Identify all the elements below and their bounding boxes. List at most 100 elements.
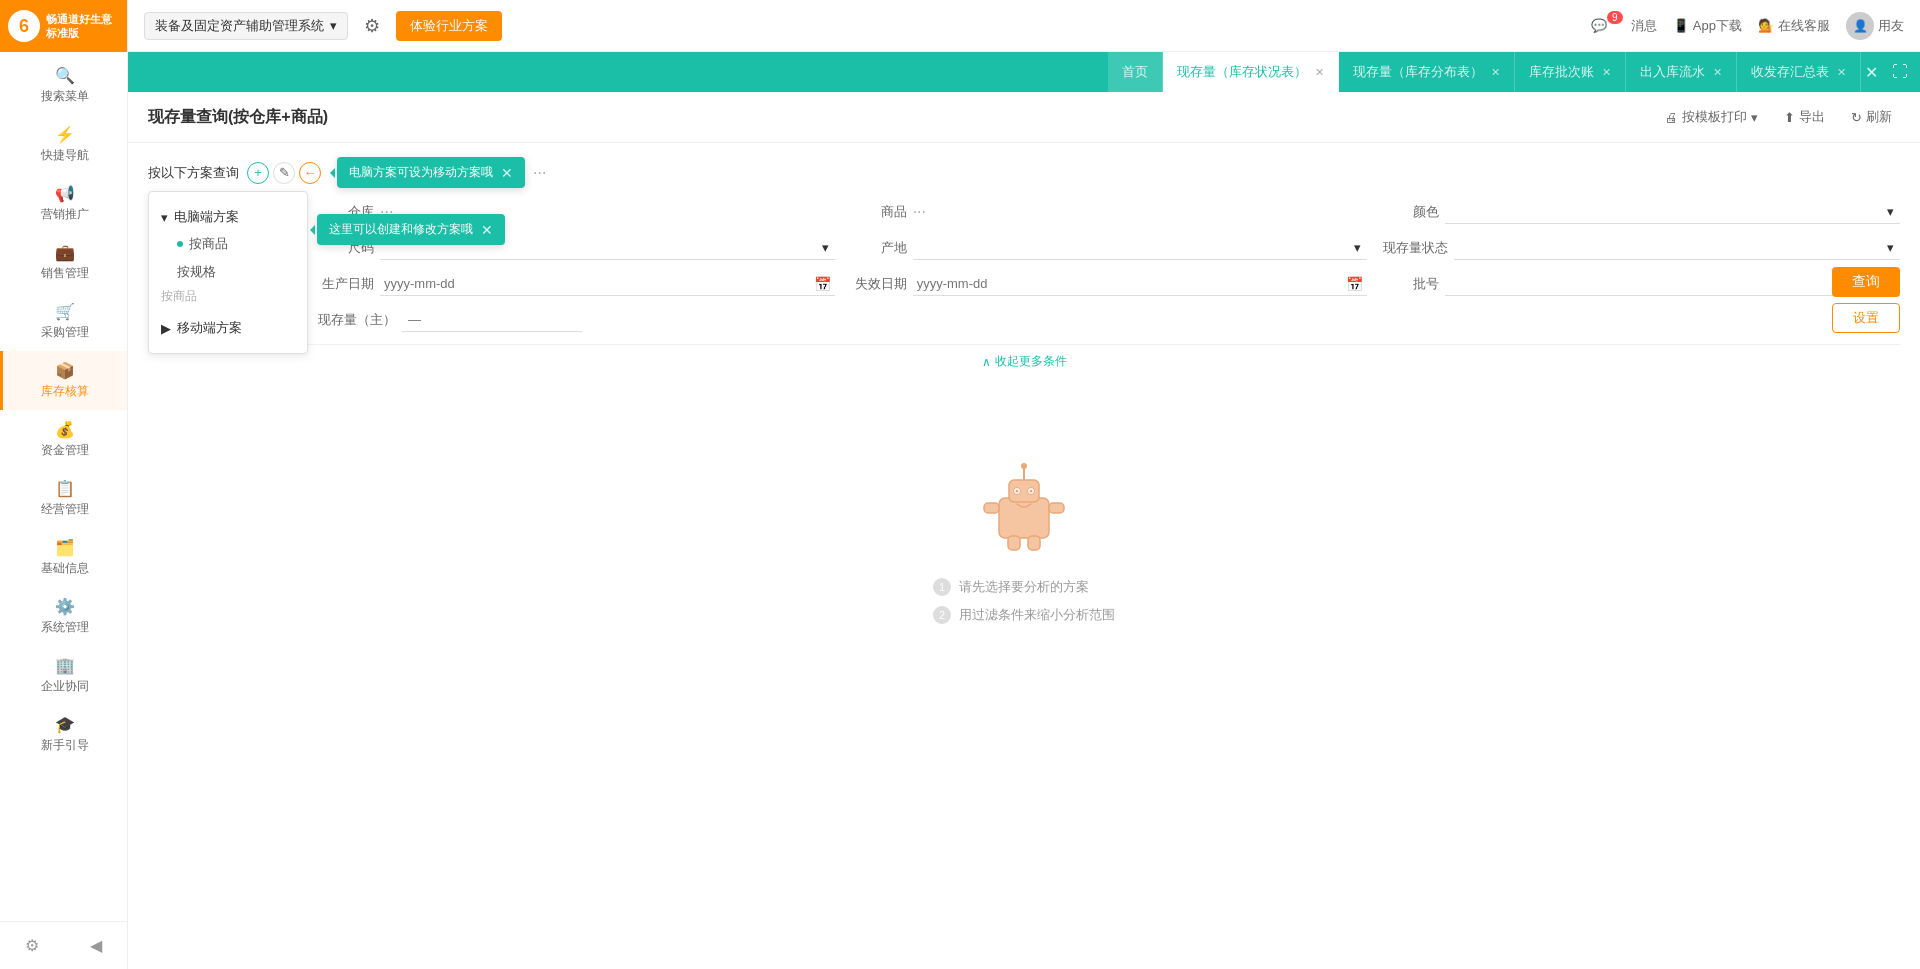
settings-icon[interactable]: ⚙ [360,11,384,41]
step-num-2: 2 [933,606,951,624]
tab-label: 首页 [1122,63,1148,81]
step-1-text: 请先选择要分析的方案 [959,578,1089,596]
product-dots[interactable]: ··· [913,203,926,221]
experience-button[interactable]: 体验行业方案 [396,11,502,41]
expire-date-field: 失效日期 📅 [851,272,1368,296]
basic-info-icon: 🗂️ [55,538,75,557]
sidebar-item-marketing[interactable]: 📢营销推广 [0,174,127,233]
scheme-section-desktop-header[interactable]: ▾ 电脑端方案 [149,204,307,230]
close-all-tabs-icon[interactable]: ✕ [1861,63,1882,82]
prod-date-calendar-icon[interactable]: 📅 [810,276,835,292]
finance-icon: 💰 [55,420,75,439]
collapse-label: 收起更多条件 [995,353,1067,370]
inventory-icon: 📦 [55,361,75,380]
enterprise-icon: 🏢 [55,656,75,675]
chevron-right-icon: ▶ [161,321,171,336]
sidebar-item-sales[interactable]: 💼销售管理 [0,233,127,292]
empty-step-1: 1 请先选择要分析的方案 [933,578,1115,596]
sidebar-item-operations[interactable]: 📋经营管理 [0,469,127,528]
color-field: 颜色 ▾ [1383,200,1900,224]
sidebar-bottom: ⚙ ◀ [0,921,127,969]
add-scheme-button[interactable]: + [247,162,269,184]
sidebar-item-search[interactable]: 🔍搜索菜单 [0,56,127,115]
system-selector[interactable]: 装备及固定资产辅助管理系统 ▾ [144,12,348,40]
sidebar-item-label: 库存核算 [41,383,89,400]
settings-button[interactable]: 设置 [1832,303,1900,333]
prod-date-input[interactable]: 📅 [380,272,835,296]
tab-label: 现存量（库存分布表） [1353,63,1483,81]
tooltip-1-close[interactable]: ✕ [501,165,513,181]
expire-date-text[interactable] [913,272,1343,295]
expire-date-input[interactable]: 📅 [913,272,1368,296]
filter-dots-1[interactable]: ··· [533,164,546,182]
batch-no-label: 批号 [1383,275,1439,293]
collapse-bar[interactable]: ∧ 收起更多条件 [148,344,1900,378]
sidebar-item-label: 快捷导航 [41,147,89,164]
app-download-action[interactable]: 📱 App下载 [1673,17,1742,35]
sidebar-item-system[interactable]: ⚙️系统管理 [0,587,127,646]
export-button[interactable]: ⬆ 导出 [1776,104,1833,130]
sidebar-item-purchase[interactable]: 🛒采购管理 [0,292,127,351]
stock-status-field: 现存量状态 ▾ [1383,236,1900,260]
empty-state: 1 请先选择要分析的方案 2 用过滤条件来缩小分析范围 [128,378,1920,704]
scheme-section-mobile-header[interactable]: ▶ 移动端方案 [149,315,307,341]
filter-row-3: 生产日期 📅 失效日期 📅 批号 [318,272,1900,296]
sidebar-item-quick-nav[interactable]: ⚡快捷导航 [0,115,127,174]
operations-icon: 📋 [55,479,75,498]
sidebar-item-enterprise[interactable]: 🏢企业协同 [0,646,127,705]
origin-select[interactable]: ▾ [913,236,1368,260]
svg-point-4 [1016,490,1019,493]
query-button[interactable]: 查询 [1832,267,1900,297]
page-actions: 🖨 按模板打印 ▾ ⬆ 导出 ↻ 刷新 [1657,104,1900,130]
filter-row-4: 现存量（主） [318,308,1900,332]
filter-row-2: 尺码 ▾ 产地 ▾ 现存量状态 [318,236,1900,260]
prod-date-text[interactable] [380,272,810,295]
tab-in-out-flow[interactable]: 出入库流水 ✕ [1626,52,1737,92]
sidebar-item-label: 基础信息 [41,560,89,577]
scheme-item-by-product[interactable]: 按商品 [149,230,307,258]
refresh-button[interactable]: ↻ 刷新 [1843,104,1900,130]
online-support-action[interactable]: 💁 在线客服 [1758,17,1830,35]
edit-scheme-button[interactable]: ✎ [273,162,295,184]
scheme-item-by-spec[interactable]: 按规格 [149,258,307,286]
scheme-label-text: 按商品 [149,286,307,307]
messages-label: 消息 [1631,17,1657,35]
tab-batch-ledger[interactable]: 库存批次账✕ [1515,52,1626,92]
sidebar-item-inventory[interactable]: 📦 库存核算 [0,351,127,410]
tab-label: 出入库流水 [1640,63,1705,81]
sidebar-item-finance[interactable]: 💰资金管理 [0,410,127,469]
tab-close-inventory-status[interactable]: ✕ [1315,66,1324,79]
export-icon: ⬆ [1784,110,1795,125]
tab-label: 收发存汇总表 [1751,63,1829,81]
sidebar-item-guide[interactable]: 🎓新手引导 [0,705,127,764]
tab-close-batch-ledger[interactable]: ✕ [1602,66,1611,79]
color-select[interactable]: ▾ [1445,200,1900,224]
user-name: 用友 [1878,17,1904,35]
stock-qty-from[interactable] [402,308,582,332]
expire-date-calendar-icon[interactable]: 📅 [1342,276,1367,292]
user-avatar-area[interactable]: 👤 用友 [1846,12,1904,40]
step-num-1: 1 [933,578,951,596]
header-actions: 💬 9 消息 📱 App下载 💁 在线客服 👤 用友 [1591,12,1904,40]
tab-receive-summary[interactable]: 收发存汇总表 ✕ [1737,52,1861,92]
query-buttons: 查询 设置 [1832,267,1900,333]
tab-inventory-status[interactable]: 现存量（库存状况表）✕ [1163,52,1339,92]
sidebar-item-basic-info[interactable]: 🗂️ 基础信息 [0,528,127,587]
sidebar-settings-icon[interactable]: ⚙ [21,932,43,959]
tab-inventory-dist[interactable]: 现存量（库存分布表） ✕ [1339,52,1515,92]
tab-close-in-out-flow[interactable]: ✕ [1713,66,1722,79]
tab-close-inventory-dist[interactable]: ✕ [1491,66,1500,79]
tab-home[interactable]: 首页 [1108,52,1163,92]
system-icon: ⚙️ [55,597,75,616]
svg-point-5 [1030,490,1033,493]
sidebar-collapse-icon[interactable]: ◀ [86,932,106,959]
back-button[interactable]: ← [299,162,321,184]
fullscreen-icon[interactable]: ⛶ [1888,63,1912,81]
logo-icon: 6 [8,10,40,42]
sidebar-nav: 🔍搜索菜单⚡快捷导航📢营销推广💼销售管理🛒采购管理 📦 库存核算 💰资金管理📋经营管理… [0,52,127,921]
tab-close-receive-summary[interactable]: ✕ [1837,66,1846,79]
stock-status-select[interactable]: ▾ [1454,236,1900,260]
tooltip-2-close[interactable]: ✕ [481,222,493,238]
messages-action[interactable]: 💬 9 消息 [1591,17,1657,35]
print-template-button[interactable]: 🖨 按模板打印 ▾ [1657,104,1766,130]
